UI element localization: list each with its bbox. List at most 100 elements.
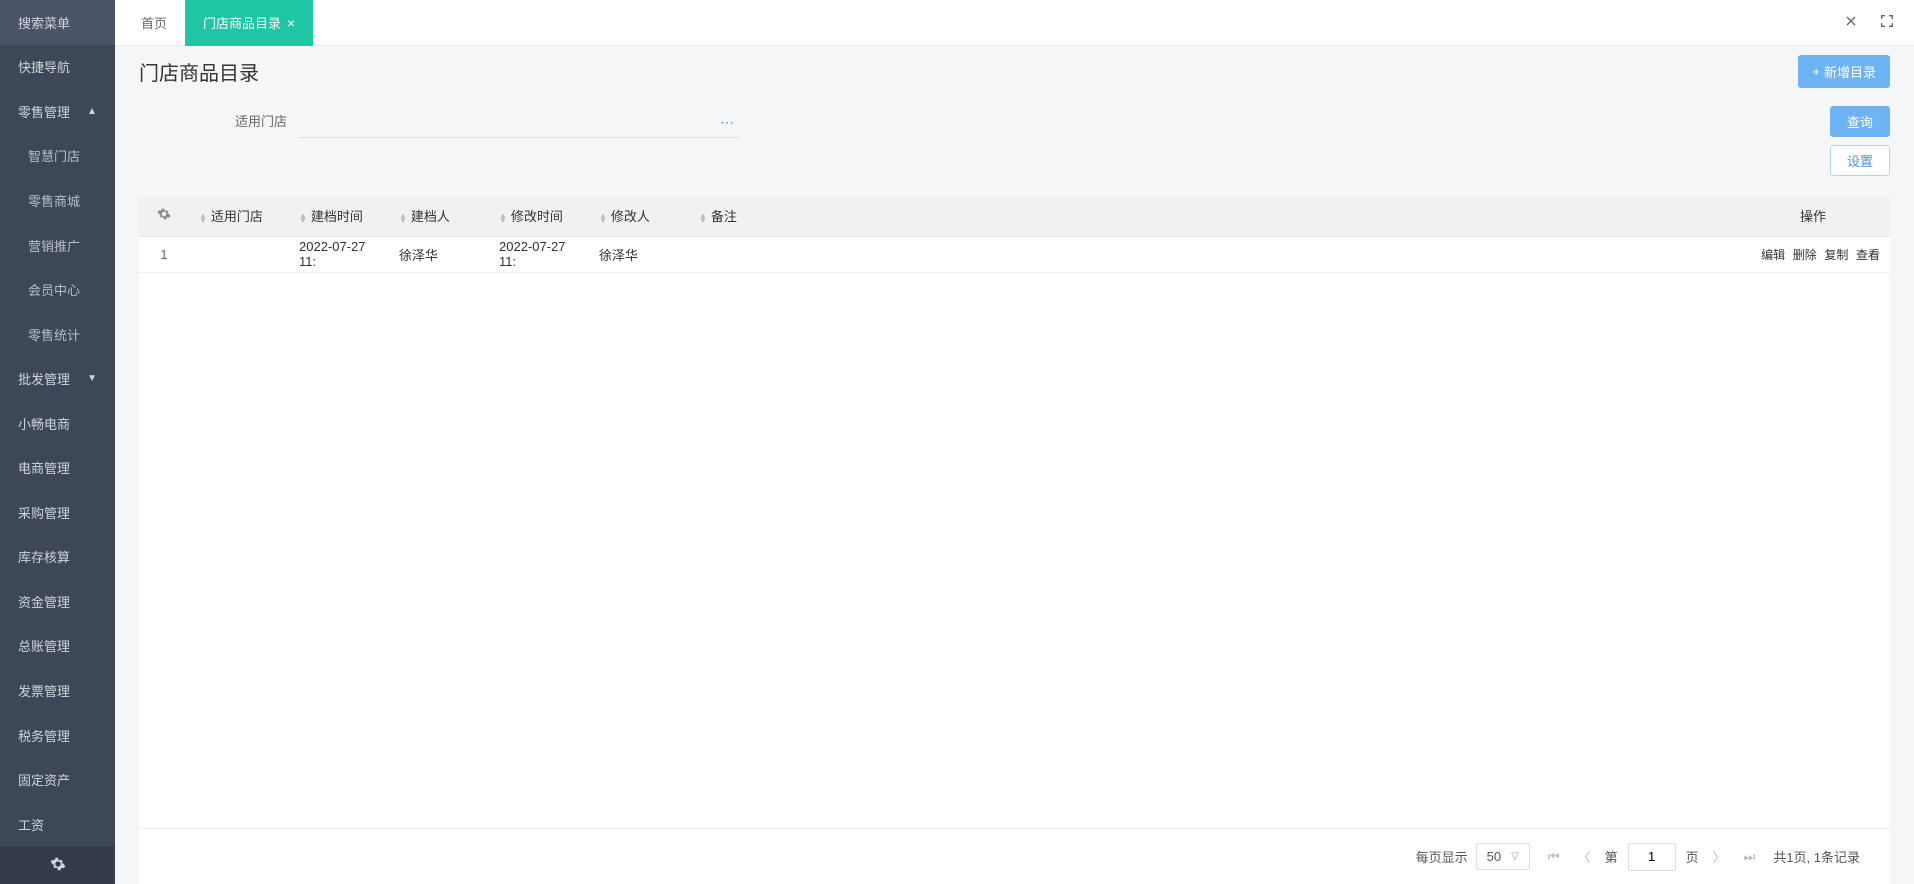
table-container: ▲▼适用门店 ▲▼建档时间 ▲▼建档人 ▲▼修改时间 ▲▼修改人 ▲▼备注 操作… [139, 196, 1890, 884]
last-page-button[interactable]: ⏭ [1740, 847, 1760, 867]
cell-store [189, 236, 289, 272]
cell-remark [689, 236, 1736, 272]
sidebar-label: 零售商城 [28, 191, 80, 210]
tab-controls [1840, 12, 1906, 34]
sidebar-label: 资金管理 [18, 592, 70, 611]
sidebar-item-funds[interactable]: 资金管理 [0, 579, 115, 624]
cell-create-time: 2022-07-27 11: [289, 236, 389, 272]
column-remark[interactable]: ▲▼备注 [689, 196, 1736, 236]
sidebar-label: 电商管理 [18, 458, 70, 477]
close-all-button[interactable] [1840, 12, 1862, 34]
page-title: 门店商品目录 [139, 57, 259, 86]
cell-actions: 编辑 删除 复制 查看 [1736, 236, 1890, 272]
cell-creator: 徐泽华 [389, 236, 489, 272]
sidebar-label: 搜索菜单 [18, 13, 70, 32]
page-input[interactable] [1628, 843, 1676, 871]
sidebar-settings-button[interactable] [0, 846, 115, 884]
tab-label: 首页 [141, 13, 167, 32]
sidebar-label: 采购管理 [18, 503, 70, 522]
sidebar-label: 快捷导航 [18, 57, 70, 76]
column-modify-time[interactable]: ▲▼修改时间 [489, 196, 589, 236]
view-link[interactable]: 查看 [1856, 248, 1880, 262]
tab-store-catalog[interactable]: 门店商品目录 × [185, 0, 313, 46]
fullscreen-button[interactable] [1876, 12, 1898, 34]
sidebar-item-retail[interactable]: 零售管理 ▲ [0, 89, 115, 134]
sidebar-item-retail-mall[interactable]: 零售商城 [0, 178, 115, 223]
add-catalog-button[interactable]: + 新增目录 [1798, 55, 1890, 88]
sidebar-label: 小畅电商 [18, 414, 70, 433]
sidebar-item-salary[interactable]: 工资 [0, 802, 115, 847]
sidebar-item-wholesale[interactable]: 批发管理▼ [0, 356, 115, 401]
chevron-up-icon: ▲ [87, 106, 97, 117]
pagination: 每页显示 50 ▽ ⏮ 〈 第 页 〉 ⏭ 共1页, 1条记录 [139, 828, 1890, 884]
gear-icon [50, 856, 66, 875]
column-creator[interactable]: ▲▼建档人 [389, 196, 489, 236]
sidebar-item-purchase[interactable]: 采购管理 [0, 490, 115, 535]
sidebar-item-ledger[interactable]: 总账管理 [0, 624, 115, 669]
main-content: 首页 门店商品目录 × 门店商品目录 + 新增目录 [115, 0, 1914, 884]
first-page-button[interactable]: ⏮ [1544, 847, 1564, 867]
plus-icon: + [1812, 64, 1820, 79]
sidebar-item-asset[interactable]: 固定资产 [0, 757, 115, 802]
sort-icon: ▲▼ [599, 213, 607, 223]
sort-icon: ▲▼ [499, 213, 507, 223]
sidebar-item-search[interactable]: 搜索菜单 [0, 0, 115, 45]
sidebar-item-ecommerce[interactable]: 电商管理 [0, 445, 115, 490]
delete-link[interactable]: 删除 [1793, 248, 1817, 262]
sidebar-label: 库存核算 [18, 547, 70, 566]
sidebar-item-smart-store[interactable]: 智慧门店 [0, 134, 115, 179]
sidebar-label: 固定资产 [18, 770, 70, 789]
settings-button[interactable]: 设置 [1830, 145, 1890, 176]
edit-link[interactable]: 编辑 [1761, 248, 1785, 262]
page-prefix: 第 [1605, 847, 1618, 866]
column-create-time[interactable]: ▲▼建档时间 [289, 196, 389, 236]
sidebar-item-quicknav[interactable]: 快捷导航 [0, 45, 115, 90]
prev-page-button[interactable]: 〈 [1574, 845, 1595, 868]
column-action: 操作 [1736, 196, 1890, 236]
sidebar-item-inventory[interactable]: 库存核算 [0, 535, 115, 580]
column-modifier[interactable]: ▲▼修改人 [589, 196, 689, 236]
sort-icon: ▲▼ [199, 213, 207, 223]
sidebar-label: 会员中心 [28, 280, 80, 299]
store-input[interactable] [299, 106, 739, 138]
tab-home[interactable]: 首页 [123, 0, 185, 46]
cell-modify-time: 2022-07-27 11: [489, 236, 589, 272]
row-number: 1 [139, 236, 189, 272]
copy-link[interactable]: 复制 [1824, 248, 1848, 262]
next-page-button[interactable]: 〉 [1709, 845, 1730, 868]
sidebar-label: 批发管理 [18, 369, 70, 388]
sidebar-item-xiaochang[interactable]: 小畅电商 [0, 401, 115, 446]
sidebar-label: 零售统计 [28, 325, 80, 344]
chevron-down-icon: ▽ [1511, 851, 1519, 862]
sidebar-label: 税务管理 [18, 726, 70, 745]
sidebar-item-invoice[interactable]: 发票管理 [0, 668, 115, 713]
column-store[interactable]: ▲▼适用门店 [189, 196, 289, 236]
filter-input-wrap: ⋯ [299, 106, 739, 138]
per-page-value: 50 [1487, 849, 1501, 864]
sidebar-item-member[interactable]: 会员中心 [0, 267, 115, 312]
sidebar-label: 总账管理 [18, 636, 70, 655]
more-icon[interactable]: ⋯ [720, 114, 733, 131]
column-settings-header[interactable] [139, 196, 189, 236]
close-icon [1843, 13, 1859, 32]
filter-actions: 查询 设置 [1830, 106, 1890, 176]
sidebar-item-tax[interactable]: 税务管理 [0, 713, 115, 758]
sidebar-label: 零售管理 [18, 102, 70, 121]
page-header: 门店商品目录 + 新增目录 [115, 46, 1914, 96]
sidebar: 搜索菜单 快捷导航 零售管理 ▲ 智慧门店 零售商城 营销推广 会员中心 零售统计… [0, 0, 115, 884]
sidebar-item-retail-stats[interactable]: 零售统计 [0, 312, 115, 357]
add-button-label: 新增目录 [1824, 62, 1876, 81]
sidebar-item-marketing[interactable]: 营销推广 [0, 223, 115, 268]
tab-label: 门店商品目录 [203, 13, 281, 32]
query-button[interactable]: 查询 [1830, 106, 1890, 137]
tab-bar: 首页 门店商品目录 × [115, 0, 1914, 46]
filter-store-label: 适用门店 [139, 106, 299, 138]
fullscreen-icon [1879, 13, 1895, 32]
sort-icon: ▲▼ [399, 213, 407, 223]
close-icon[interactable]: × [287, 15, 295, 31]
gear-icon [157, 209, 171, 224]
catalog-table: ▲▼适用门店 ▲▼建档时间 ▲▼建档人 ▲▼修改时间 ▲▼修改人 ▲▼备注 操作… [139, 196, 1890, 273]
table-row[interactable]: 1 2022-07-27 11: 徐泽华 2022-07-27 11: 徐泽华 … [139, 236, 1890, 272]
per-page-select[interactable]: 50 ▽ [1476, 843, 1530, 870]
sort-icon: ▲▼ [699, 213, 707, 223]
